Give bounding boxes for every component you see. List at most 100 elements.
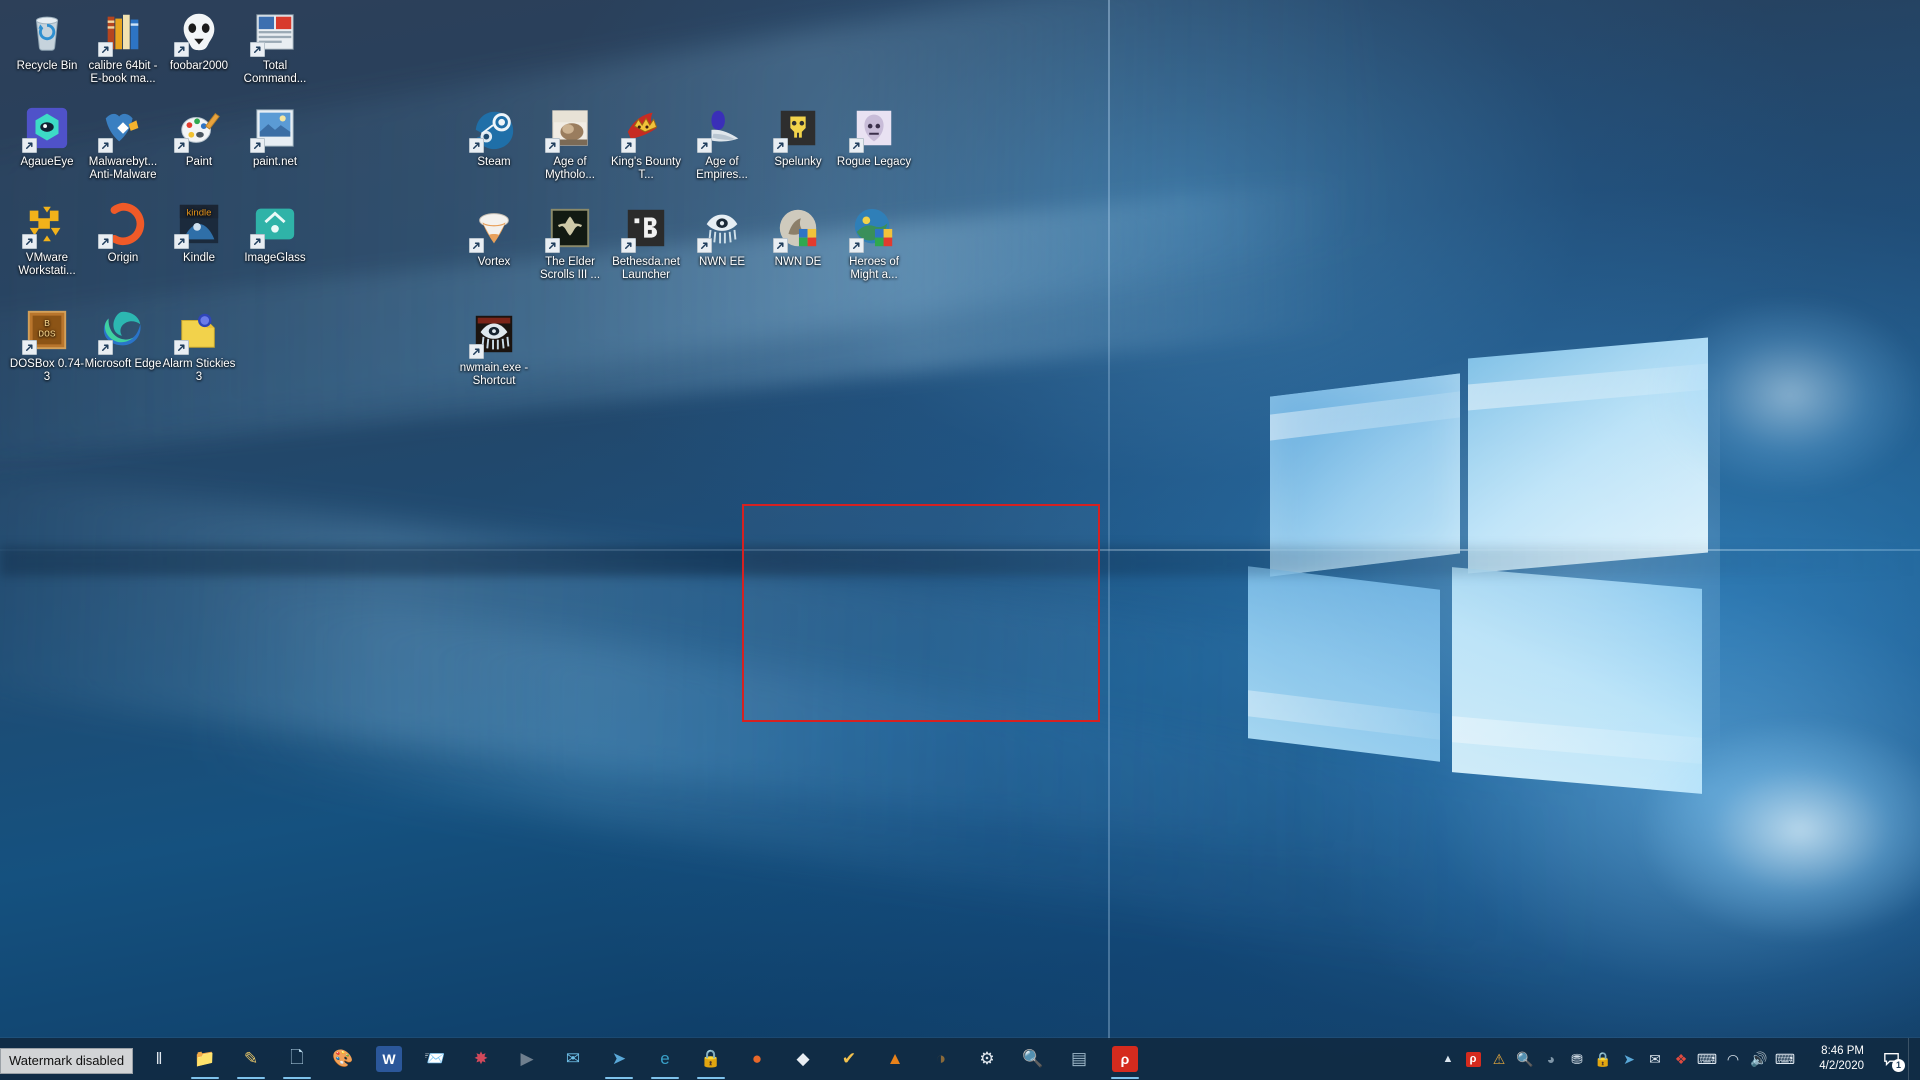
taskbar-settings-icon[interactable]: ⚙ [964, 1038, 1010, 1080]
taskbar-equalizer-apo-icon[interactable]: ‖ [136, 1038, 182, 1080]
desktop-icon-label: Heroes of Might a... [849, 256, 899, 281]
foobar2000-icon [174, 8, 223, 57]
taskbar-microsoft-edge-taskbar-icon[interactable]: e [642, 1038, 688, 1080]
desktop-icon-heroes-of-might-magic[interactable]: Heroes of Might a... [835, 204, 913, 282]
shortcut-arrow-icon [250, 138, 265, 153]
desktop-wallpaper[interactable]: Recycle Bin calibre 64bit - E-book ma... f… [0, 0, 1920, 1080]
recycle-bin-icon [23, 8, 71, 56]
taskbar-imageglass-taskbar-icon[interactable]: ▤ [1056, 1038, 1102, 1080]
taskbar-telegram-icon[interactable]: ➤ [596, 1038, 642, 1080]
desktop-icon-label: DOSBox 0.74-3 [9, 358, 85, 383]
search-tray-icon[interactable]: 🔍 [1512, 1038, 1538, 1080]
paint-net-icon [250, 104, 299, 153]
desktop-icon-label: VMware Workstati... [18, 252, 76, 277]
shortcut-arrow-icon [174, 234, 189, 249]
taskbar-mail-client-icon[interactable]: 📨 [412, 1038, 458, 1080]
taskbar-keepass-icon[interactable]: 🔒 [688, 1038, 734, 1080]
desktop-icon-agaueeye[interactable]: AgaueEye [8, 104, 86, 169]
mail-tray-icon[interactable]: ✉ [1642, 1038, 1668, 1080]
pdf-tray-icon[interactable]: ρ [1460, 1038, 1486, 1080]
taskbar-notepad-icon[interactable]: 🗋 [274, 1038, 320, 1080]
taskbar-pdf-reader-icon[interactable]: ρ [1102, 1038, 1148, 1080]
desktop-icon-label: Age of Empires... [696, 156, 748, 181]
desktop-icon-morrowind[interactable]: The Elder Scrolls III ... [531, 204, 609, 282]
desktop-icon-microsoft-edge[interactable]: Microsoft Edge [84, 306, 162, 371]
taskbar-vlc-icon[interactable]: ▲ [872, 1038, 918, 1080]
desktop-icon-malwarebytes[interactable]: Malwarebyt... Anti-Malware [84, 104, 162, 182]
shortcut-arrow-icon [98, 340, 113, 355]
desktop-icon-imageglass[interactable]: ImageGlass [236, 200, 314, 265]
vlc-icon: ▲ [886, 1049, 904, 1068]
desktop-icon-foobar2000[interactable]: foobar2000 [160, 8, 238, 73]
taskbar-search-everything-icon[interactable]: 🔍 [1010, 1038, 1056, 1080]
taskbar[interactable]: ‖ 📁 ✎ 🗋 🎨 W 📨 ✸ ▶ ✉ ➤ e 🔒 ● ◆ ✔ ▲ ◑ ⚙ 🔍 ▤ ρ ▲ ρ ⚠ 🔍 ◕ ⛃ 🔒 ➤ ✉ ❖ ⌨ ◠ 🔊 ⌨ 8… [0, 1038, 1920, 1080]
desktop-icon-neverwinter-nights-de[interactable]: NWN DE [759, 204, 837, 269]
taskbar-fireworks-icon[interactable]: ✸ [458, 1038, 504, 1080]
desktop-icon-nwmain-exe[interactable]: nwmain.exe - Shortcut [455, 310, 533, 388]
svg-text:kindle: kindle [186, 207, 211, 218]
shortcut-arrow-icon [545, 138, 560, 153]
desktop-icon-origin[interactable]: Origin [84, 200, 162, 265]
taskbar-gimp-icon[interactable]: ◑ [918, 1038, 964, 1080]
windows-logo-pane-top-left [1270, 373, 1460, 577]
taskbar-word-icon[interactable]: W [366, 1038, 412, 1080]
desktop-icon-label: Bethesda.net Launcher [612, 256, 680, 281]
taskbar-foobar2000-taskbar-icon[interactable]: ◆ [780, 1038, 826, 1080]
security-shield-icon[interactable]: ❖ [1668, 1038, 1694, 1080]
watermark-tooltip: Watermark disabled [0, 1048, 134, 1074]
keepass-tray-icon[interactable]: 🔒 [1590, 1038, 1616, 1080]
desktop-icon-age-of-empires[interactable]: Age of Empires... [683, 104, 761, 182]
desktop-icon-rogue-legacy[interactable]: Rogue Legacy [835, 104, 913, 169]
taskbar-everything-search-icon[interactable]: ✔ [826, 1038, 872, 1080]
desktop-icon-spelunky[interactable]: Spelunky [759, 104, 837, 169]
action-center-button[interactable]: 1 [1874, 1038, 1908, 1080]
desktop-icon-age-of-mythology[interactable]: Age of Mytholo... [531, 104, 609, 182]
taskbar-file-explorer-icon[interactable]: 📁 [182, 1038, 228, 1080]
shortcut-arrow-icon [174, 138, 189, 153]
onscreen-keyboard-tray-icon[interactable]: ⌨ [1694, 1038, 1720, 1080]
desktop-icon-steam[interactable]: Steam [455, 104, 533, 169]
network-wifi-icon[interactable]: ◠ [1720, 1038, 1746, 1080]
fireworks-icon: ✸ [473, 1049, 489, 1068]
desktop-icon-kindle[interactable]: kindle Kindle [160, 200, 238, 265]
desktop-icon-paint-net[interactable]: paint.net [236, 104, 314, 169]
show-desktop-button[interactable] [1908, 1038, 1916, 1080]
desktop-icon-kings-bounty[interactable]: King's Bounty T... [607, 104, 685, 182]
desktop-icon-vmware-workstation[interactable]: VMware Workstati... [8, 200, 86, 278]
desktop-icon-vortex[interactable]: Vortex [455, 204, 533, 269]
taskbar-clock[interactable]: 8:46 PM 4/2/2020 [1798, 1044, 1874, 1074]
desktop-icon-neverwinter-nights-ee[interactable]: NWN EE [683, 204, 761, 269]
usb-tray-icon[interactable]: ⛃ [1564, 1038, 1590, 1080]
desktop-icon-alarm-stickies[interactable]: Alarm Stickies 3 [160, 306, 238, 384]
wallpaper-dark-band [0, 546, 1920, 576]
tray-icon-list: ρ ⚠ 🔍 ◕ ⛃ 🔒 ➤ ✉ ❖ ⌨ ◠ 🔊 ⌨ [1460, 1038, 1798, 1080]
mouse-tray-icon[interactable]: ◕ [1538, 1038, 1564, 1080]
desktop-icon-total-commander[interactable]: Total Command... [236, 8, 314, 86]
tray-expand-chevron-icon[interactable]: ▲ [1436, 1038, 1460, 1080]
foobar2000-taskbar-icon: ◆ [796, 1049, 810, 1068]
desktop-icon-bethesda-net[interactable]: Bethesda.net Launcher [607, 204, 685, 282]
desktop-icon-dosbox[interactable]: B DOS DOSBox 0.74-3 [8, 306, 86, 384]
taskbar-media-player-icon[interactable]: ▶ [504, 1038, 550, 1080]
taskbar-paint-net-taskbar-icon[interactable]: 🎨 [320, 1038, 366, 1080]
desktop-icon-recycle-bin[interactable]: Recycle Bin [8, 8, 86, 73]
touch-keyboard-icon[interactable]: ⌨ [1772, 1038, 1798, 1080]
spelunky-icon [773, 104, 822, 153]
paint-icon [174, 104, 223, 153]
taskbar-firefox-icon[interactable]: ● [734, 1038, 780, 1080]
taskbar-app-buttons: ‖ 📁 ✎ 🗋 🎨 W 📨 ✸ ▶ ✉ ➤ e 🔒 ● ◆ ✔ ▲ ◑ ⚙ 🔍 ▤ ρ [136, 1038, 1148, 1080]
taskbar-nwn-toolset-icon[interactable]: ✎ [228, 1038, 274, 1080]
desktop-icon-label: Kindle [183, 252, 215, 264]
telegram-tray-icon[interactable]: ➤ [1616, 1038, 1642, 1080]
shortcut-arrow-icon [22, 138, 37, 153]
logo-vertical-guide [1108, 0, 1110, 1040]
desktop-icon-calibre[interactable]: calibre 64bit - E-book ma... [84, 8, 162, 86]
warning-cone-icon[interactable]: ⚠ [1486, 1038, 1512, 1080]
volume-icon[interactable]: 🔊 [1746, 1038, 1772, 1080]
taskbar-email-icon[interactable]: ✉ [550, 1038, 596, 1080]
desktop-icon-label: NWN DE [774, 256, 822, 268]
shortcut-arrow-icon [697, 238, 712, 253]
desktop-icon-paint[interactable]: Paint [160, 104, 238, 169]
shortcut-arrow-icon [174, 340, 189, 355]
morrowind-icon [545, 204, 594, 253]
